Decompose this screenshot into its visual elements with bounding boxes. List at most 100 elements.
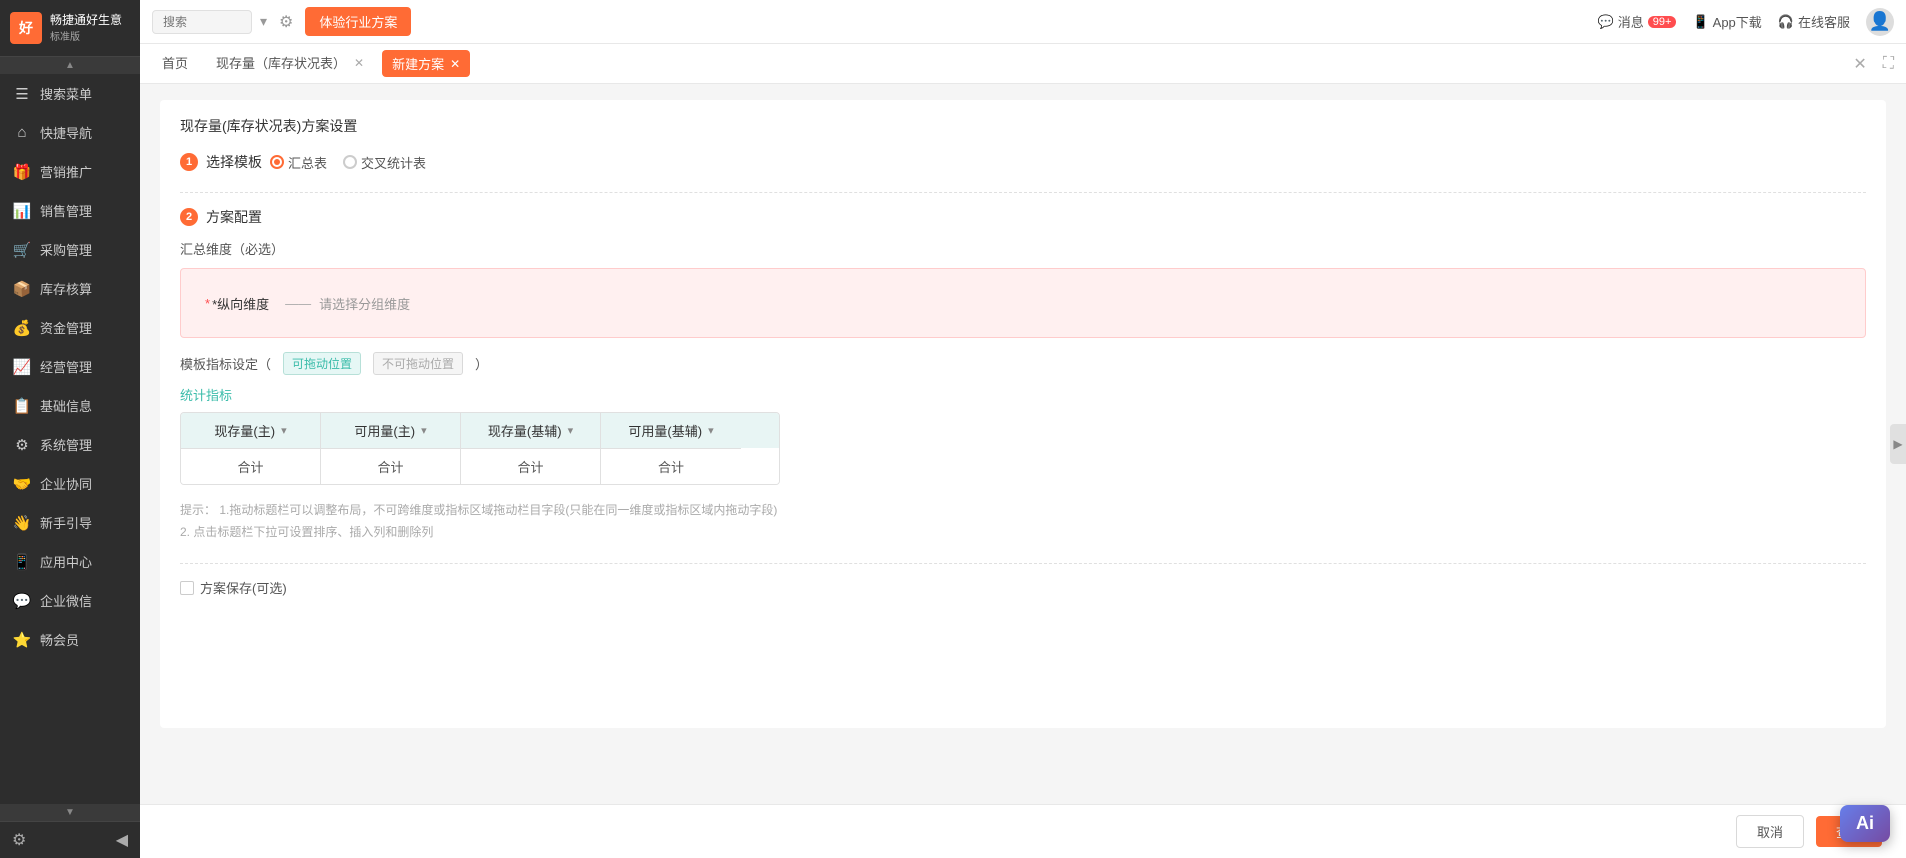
tabs-bar: 首页 现存量（库存状况表） ✕ 新建方案 ✕ ✕ ⛶ xyxy=(140,44,1906,84)
radio-summary[interactable]: 汇总表 xyxy=(270,153,327,172)
dropdown-arrow-icon[interactable]: ▾ xyxy=(260,13,267,30)
tab-home[interactable]: 首页 xyxy=(148,44,202,84)
enterprise-wechat-icon: 💬 xyxy=(12,592,32,610)
stats-header-cell-3[interactable]: 可用量(基辅) ▾ xyxy=(601,413,741,448)
trial-industry-button[interactable]: 体验行业方案 xyxy=(305,7,411,36)
chevron-down-icon-3[interactable]: ▾ xyxy=(708,424,714,437)
draggable-tag: 可拖动位置 xyxy=(283,352,361,375)
stats-header-label-2: 现存量(基辅) xyxy=(488,421,562,440)
tab-new-plan[interactable]: 新建方案 ✕ xyxy=(382,50,470,77)
page-title: 现存量(库存状况表)方案设置 xyxy=(180,116,1866,136)
radio-cross-circle xyxy=(343,155,357,169)
collapse-icon[interactable]: ◀ xyxy=(116,830,128,850)
sidebar-item-label: 经营管理 xyxy=(40,357,92,376)
window-controls: ✕ ⛶ xyxy=(1849,54,1898,74)
sidebar-bottom: ⚙ ◀ xyxy=(0,821,140,858)
stats-header-cell-1[interactable]: 可用量(主) ▾ xyxy=(321,413,461,448)
sidebar-item-label: 基础信息 xyxy=(40,396,92,415)
app-edition: 标准版 xyxy=(50,28,122,43)
online-service-label: 在线客服 xyxy=(1798,12,1850,31)
save-label: 方案保存(可选) xyxy=(200,578,287,597)
tab-inventory-status-close-icon[interactable]: ✕ xyxy=(354,56,364,70)
user-avatar[interactable]: 👤 xyxy=(1866,8,1894,36)
sidebar-item-app-center[interactable]: 📱 应用中心 xyxy=(0,542,140,581)
stats-header-label-0: 现存量(主) xyxy=(214,421,275,440)
basic-info-icon: 📋 xyxy=(12,397,32,415)
sidebar-item-finance[interactable]: 💰 资金管理 xyxy=(0,308,140,347)
step2-header: 2 方案配置 xyxy=(180,207,1866,227)
app-download-label: App下载 xyxy=(1713,12,1762,31)
sidebar-item-quick-nav[interactable]: ⌂ 快捷导航 xyxy=(0,113,140,152)
messages-item[interactable]: 💬 消息 99+ xyxy=(1598,12,1677,31)
sidebar-item-search-menu[interactable]: ☰ 搜索菜单 xyxy=(0,74,140,113)
sidebar-item-basic-info[interactable]: 📋 基础信息 xyxy=(0,386,140,425)
phone-icon: 📱 xyxy=(1692,14,1708,30)
sidebar-item-purchase[interactable]: 🛒 采购管理 xyxy=(0,230,140,269)
app-download-item[interactable]: 📱 App下载 xyxy=(1692,12,1761,31)
summary-dim-label: 汇总维度（必选） xyxy=(180,239,1866,258)
template-radio-group: 汇总表 交叉统计表 xyxy=(270,153,426,172)
cancel-button[interactable]: 取消 xyxy=(1736,815,1804,848)
right-panel-collapse-btn[interactable]: ▶ xyxy=(1890,424,1906,464)
sidebar-item-membership[interactable]: ⭐ 畅会员 xyxy=(0,620,140,659)
stats-header-label-3: 可用量(基辅) xyxy=(628,421,702,440)
sidebar-logo: 好 畅捷通好生意 标准版 xyxy=(0,0,140,57)
sidebar-item-label: 快捷导航 xyxy=(40,123,92,142)
step1-header: 1 选择模板 汇总表 交叉统计表 xyxy=(180,152,1866,172)
tab-inventory-status[interactable]: 现存量（库存状况表） ✕ xyxy=(202,44,378,84)
sidebar-item-marketing[interactable]: 🎁 营销推广 xyxy=(0,152,140,191)
sidebar-item-system[interactable]: ⚙ 系统管理 xyxy=(0,425,140,464)
content-area: 现存量(库存状况表)方案设置 1 选择模板 汇总表 交叉统计表 xyxy=(140,84,1906,804)
tab-new-plan-close-icon[interactable]: ✕ xyxy=(450,57,460,71)
save-checkbox[interactable] xyxy=(180,581,194,595)
vertical-dim-area[interactable]: * *纵向维度 —— 请选择分组维度 xyxy=(180,268,1866,338)
search-input[interactable] xyxy=(152,10,252,34)
divider-1 xyxy=(180,192,1866,193)
sidebar-scroll-down[interactable]: ▼ xyxy=(0,804,140,821)
stats-header-cell-2[interactable]: 现存量(基辅) ▾ xyxy=(461,413,601,448)
sidebar-item-new-guide[interactable]: 👋 新手引导 xyxy=(0,503,140,542)
step1-section: 1 选择模板 汇总表 交叉统计表 xyxy=(180,152,1866,172)
close-window-icon[interactable]: ✕ xyxy=(1849,54,1870,74)
sidebar-item-label: 搜索菜单 xyxy=(40,84,92,103)
sidebar-item-enterprise-wechat[interactable]: 💬 企业微信 xyxy=(0,581,140,620)
radio-summary-circle xyxy=(270,155,284,169)
stats-header-cell-0[interactable]: 现存量(主) ▾ xyxy=(181,413,321,448)
ai-fab-button[interactable]: Ai xyxy=(1840,805,1890,842)
stats-table: 现存量(主) ▾ 可用量(主) ▾ 现存量(基辅) ▾ 可用量(基辅) xyxy=(180,412,780,485)
sidebar-item-label: 系统管理 xyxy=(40,435,92,454)
step2-title: 方案配置 xyxy=(206,207,262,227)
save-row: 方案保存(可选) xyxy=(180,578,1866,597)
step2-section: 2 方案配置 汇总维度（必选） * *纵向维度 —— 请选择分组维度 模板指标设… xyxy=(180,207,1866,543)
tip-2: 2. 点击标题栏下拉可设置排序、插入列和删除列 xyxy=(180,522,1866,544)
sidebar-item-inventory[interactable]: 📦 库存核算 xyxy=(0,269,140,308)
marketing-icon: 🎁 xyxy=(12,163,32,181)
divider-2 xyxy=(180,563,1866,564)
indicator-close-label: ） xyxy=(475,354,488,373)
sidebar-item-enterprise[interactable]: 🤝 企业协同 xyxy=(0,464,140,503)
chevron-down-icon-0[interactable]: ▾ xyxy=(281,424,287,437)
expand-window-icon[interactable]: ⛶ xyxy=(1879,55,1898,73)
sidebar-item-sales[interactable]: 📊 销售管理 xyxy=(0,191,140,230)
search-menu-icon: ☰ xyxy=(12,85,32,103)
radio-cross-label: 交叉统计表 xyxy=(361,153,426,172)
template-indicator-label: 模板指标设定（ xyxy=(180,354,271,373)
step1-badge: 1 xyxy=(180,153,198,171)
message-icon: 💬 xyxy=(1598,14,1614,30)
gear-icon[interactable]: ⚙ xyxy=(279,12,293,32)
sidebar-scroll-up[interactable]: ▲ xyxy=(0,57,140,74)
settings-icon[interactable]: ⚙ xyxy=(12,830,26,850)
dim-dash: —— xyxy=(285,296,311,311)
template-indicator-row: 模板指标设定（ 可拖动位置 不可拖动位置 ） xyxy=(180,352,1866,375)
sidebar-item-operations[interactable]: 📈 经营管理 xyxy=(0,347,140,386)
radio-cross[interactable]: 交叉统计表 xyxy=(343,153,426,172)
sidebar-item-label: 畅会员 xyxy=(40,630,79,649)
purchase-icon: 🛒 xyxy=(12,241,32,259)
dim-placeholder: 请选择分组维度 xyxy=(319,294,410,313)
chevron-down-icon-1[interactable]: ▾ xyxy=(421,424,427,437)
stats-body-cell-0-3: 合计 xyxy=(601,448,741,484)
online-service-item[interactable]: 🎧 在线客服 xyxy=(1778,12,1850,31)
quick-nav-icon: ⌂ xyxy=(12,124,32,141)
chevron-down-icon-2[interactable]: ▾ xyxy=(568,424,574,437)
new-guide-icon: 👋 xyxy=(12,514,32,532)
